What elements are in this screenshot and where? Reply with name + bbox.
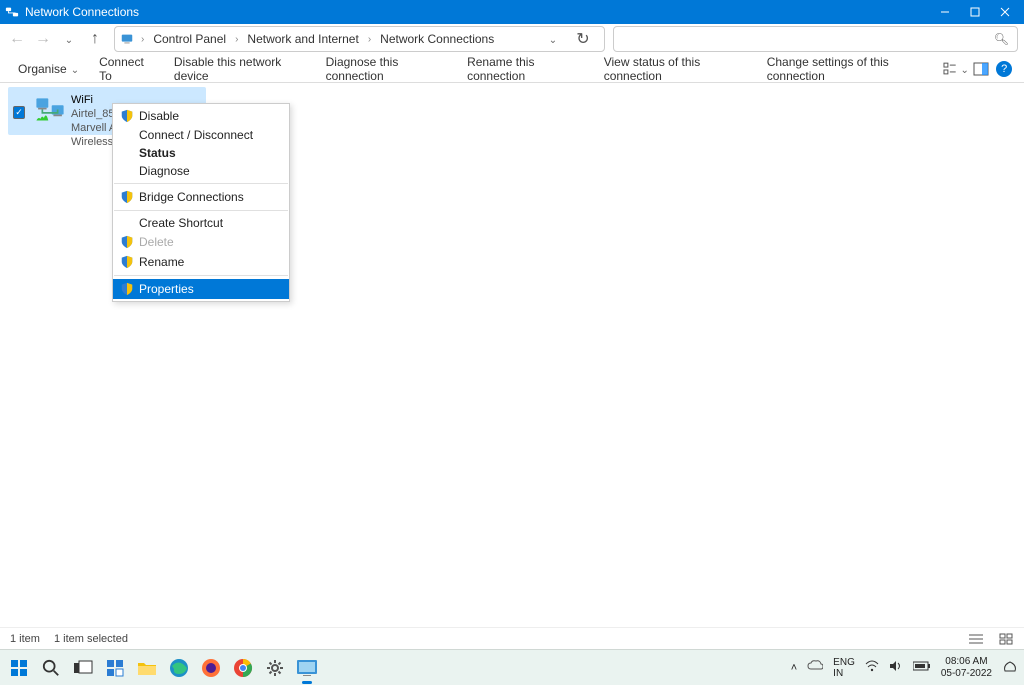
settings-button[interactable] <box>262 655 288 681</box>
edge-button[interactable] <box>166 655 192 681</box>
disable-device-button[interactable]: Disable this network device <box>164 51 316 87</box>
forward-button[interactable]: → <box>32 28 54 50</box>
close-button[interactable] <box>990 0 1020 24</box>
status-item-count: 1 item <box>10 633 40 645</box>
shield-icon <box>117 255 137 269</box>
maximize-button[interactable] <box>960 0 990 24</box>
view-options-button[interactable] <box>943 57 969 81</box>
firefox-button[interactable] <box>198 655 224 681</box>
chevron-down-icon <box>71 62 79 76</box>
large-icons-view-button[interactable] <box>998 631 1014 647</box>
taskbar: ˄ ENG IN 08:06 AM 05-07-2022 <box>0 649 1024 685</box>
refresh-button[interactable]: ↻ <box>572 28 594 50</box>
menu-separator <box>114 183 288 184</box>
context-menu: Disable Connect / Disconnect Status Diag… <box>112 103 290 302</box>
adapter-checkbox[interactable] <box>13 106 25 119</box>
chevron-right-icon[interactable]: › <box>233 34 240 45</box>
clock[interactable]: 08:06 AM 05-07-2022 <box>941 656 992 680</box>
system-tray: ˄ ENG IN 08:06 AM 05-07-2022 <box>791 656 1018 680</box>
task-view-button[interactable] <box>70 655 96 681</box>
back-button[interactable]: ← <box>6 28 28 50</box>
menu-separator <box>114 210 288 211</box>
menu-separator <box>114 275 288 276</box>
diagnose-connection-button[interactable]: Diagnose this connection <box>316 51 457 87</box>
language-indicator[interactable]: ENG IN <box>833 657 855 679</box>
menu-create-shortcut[interactable]: Create Shortcut <box>113 214 289 232</box>
view-status-button[interactable]: View status of this connection <box>594 51 757 87</box>
search-icon: 🔍︎ <box>994 32 1009 46</box>
rename-connection-button[interactable]: Rename this connection <box>457 51 594 87</box>
breadcrumb-network-internet[interactable]: Network and Internet <box>244 30 361 48</box>
minimize-button[interactable] <box>930 0 960 24</box>
content-area: WiFi Airtel_8527712999 Marvell AVASTAR W… <box>0 83 1024 627</box>
control-panel-taskbar-button[interactable] <box>294 655 320 681</box>
menu-rename[interactable]: Rename <box>113 252 289 272</box>
menu-disable[interactable]: Disable <box>113 106 289 126</box>
address-bar[interactable]: › Control Panel › Network and Internet ›… <box>114 26 605 52</box>
menu-delete: Delete <box>113 232 289 252</box>
recent-locations-button[interactable] <box>58 28 80 50</box>
menu-bridge-connections[interactable]: Bridge Connections <box>113 187 289 207</box>
widgets-button[interactable] <box>102 655 128 681</box>
change-settings-button[interactable]: Change settings of this connection <box>757 51 943 87</box>
shield-icon <box>117 235 137 249</box>
details-view-button[interactable] <box>968 631 984 647</box>
chrome-button[interactable] <box>230 655 256 681</box>
command-bar: Organise Connect To Disable this network… <box>0 55 1024 83</box>
wifi-icon[interactable] <box>865 660 879 675</box>
organise-button[interactable]: Organise <box>8 58 89 80</box>
chevron-right-icon[interactable]: › <box>139 34 146 45</box>
shield-icon <box>117 190 137 204</box>
help-button[interactable]: ? <box>992 57 1016 81</box>
breadcrumb-network-connections[interactable]: Network Connections <box>377 30 497 48</box>
tray-overflow-button[interactable]: ˄ <box>791 662 797 674</box>
menu-status[interactable]: Status <box>113 144 289 162</box>
menu-properties[interactable]: Properties <box>113 279 289 299</box>
chevron-down-icon <box>961 60 969 78</box>
connect-to-button[interactable]: Connect To <box>89 51 164 87</box>
notifications-button[interactable] <box>1002 658 1018 677</box>
preview-pane-button[interactable] <box>969 57 993 81</box>
network-adapter-icon <box>33 94 67 130</box>
menu-connect-disconnect[interactable]: Connect / Disconnect <box>113 126 289 144</box>
search-button[interactable] <box>38 655 64 681</box>
chevron-right-icon[interactable]: › <box>366 34 373 45</box>
battery-icon[interactable] <box>913 661 931 674</box>
title-bar: Network Connections <box>0 0 1024 24</box>
app-icon <box>4 4 20 20</box>
shield-icon <box>117 109 137 123</box>
status-bar: 1 item 1 item selected <box>0 627 1024 649</box>
window-title: Network Connections <box>25 5 930 19</box>
onedrive-icon[interactable] <box>807 660 823 675</box>
file-explorer-button[interactable] <box>134 655 160 681</box>
start-button[interactable] <box>6 655 32 681</box>
up-button[interactable]: ↑ <box>84 28 106 50</box>
breadcrumb-control-panel[interactable]: Control Panel <box>150 30 229 48</box>
menu-diagnose[interactable]: Diagnose <box>113 162 289 180</box>
status-selected-count: 1 item selected <box>54 633 128 645</box>
address-dropdown-button[interactable] <box>542 28 564 50</box>
volume-icon[interactable] <box>889 660 903 675</box>
shield-icon <box>117 282 137 296</box>
search-box[interactable]: 🔍︎ <box>613 26 1018 52</box>
control-panel-icon <box>119 31 135 47</box>
